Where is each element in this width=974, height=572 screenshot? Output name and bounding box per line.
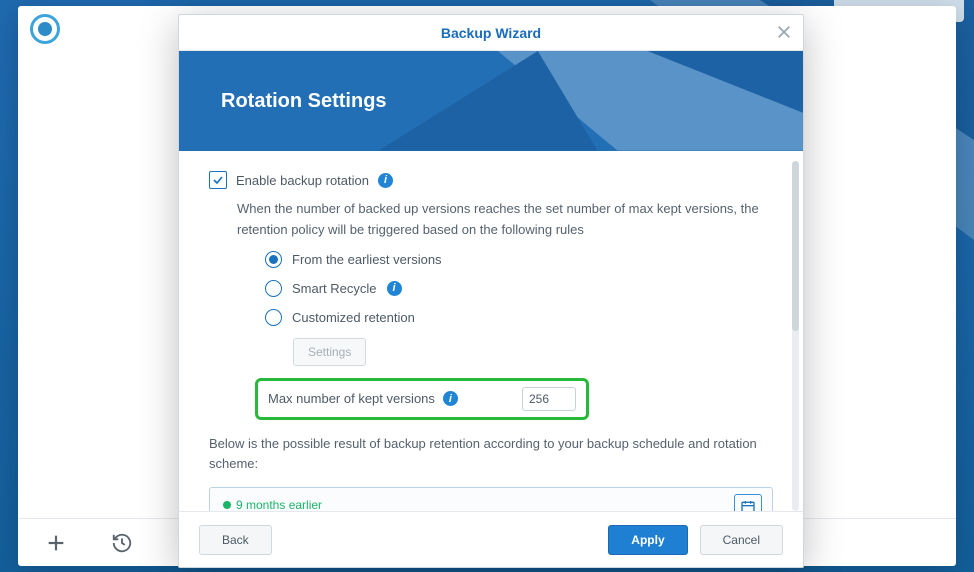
max-versions-input[interactable]: [522, 387, 576, 411]
retention-radio-group: From the earliest versions Smart Recycle…: [265, 251, 773, 326]
timeline-start-dot-icon: [223, 501, 231, 509]
cancel-button[interactable]: Cancel: [700, 525, 783, 555]
banner-title: Rotation Settings: [221, 90, 387, 113]
timeline-description: Below is the possible result of backup r…: [209, 434, 773, 476]
timeline-start-label: 9 months earlier: [236, 498, 760, 511]
retention-timeline: 9 months earlier: [209, 487, 773, 511]
modal-titlebar: Backup Wizard: [179, 15, 803, 51]
info-icon[interactable]: i: [443, 391, 458, 406]
enable-rotation-row: Enable backup rotation i: [209, 171, 773, 189]
modal-close-icon[interactable]: [775, 23, 793, 41]
app-logo-icon: [30, 14, 60, 44]
enable-rotation-checkbox[interactable]: [209, 171, 227, 189]
radio-earliest-row: From the earliest versions: [265, 251, 773, 268]
info-icon[interactable]: i: [387, 281, 402, 296]
radio-custom-row: Customized retention: [265, 309, 773, 326]
modal-title-text: Backup Wizard: [441, 25, 541, 41]
wizard-modal: Backup Wizard Rotation Settings Enable b…: [178, 14, 804, 568]
modal-banner: Rotation Settings: [179, 51, 803, 151]
modal-body: Enable backup rotation i When the number…: [179, 151, 803, 511]
radio-earliest[interactable]: [265, 251, 282, 268]
apply-button[interactable]: Apply: [608, 525, 687, 555]
radio-earliest-label: From the earliest versions: [292, 252, 442, 267]
back-button[interactable]: Back: [199, 525, 272, 555]
enable-rotation-label: Enable backup rotation: [236, 173, 369, 188]
radio-smart-label: Smart Recycle: [292, 281, 377, 296]
modal-footer: Back Apply Cancel: [179, 511, 803, 567]
radio-custom[interactable]: [265, 309, 282, 326]
max-versions-highlight: Max number of kept versions i: [255, 378, 589, 420]
history-button[interactable]: [100, 526, 144, 560]
add-button[interactable]: [34, 526, 78, 560]
rotation-description: When the number of backed up versions re…: [237, 199, 773, 241]
radio-smart[interactable]: [265, 280, 282, 297]
settings-button[interactable]: Settings: [293, 338, 366, 366]
info-icon[interactable]: i: [378, 173, 393, 188]
radio-custom-label: Customized retention: [292, 310, 415, 325]
scrollbar[interactable]: [792, 161, 799, 511]
radio-smart-row: Smart Recycle i: [265, 280, 773, 297]
max-versions-label: Max number of kept versions: [268, 391, 435, 406]
